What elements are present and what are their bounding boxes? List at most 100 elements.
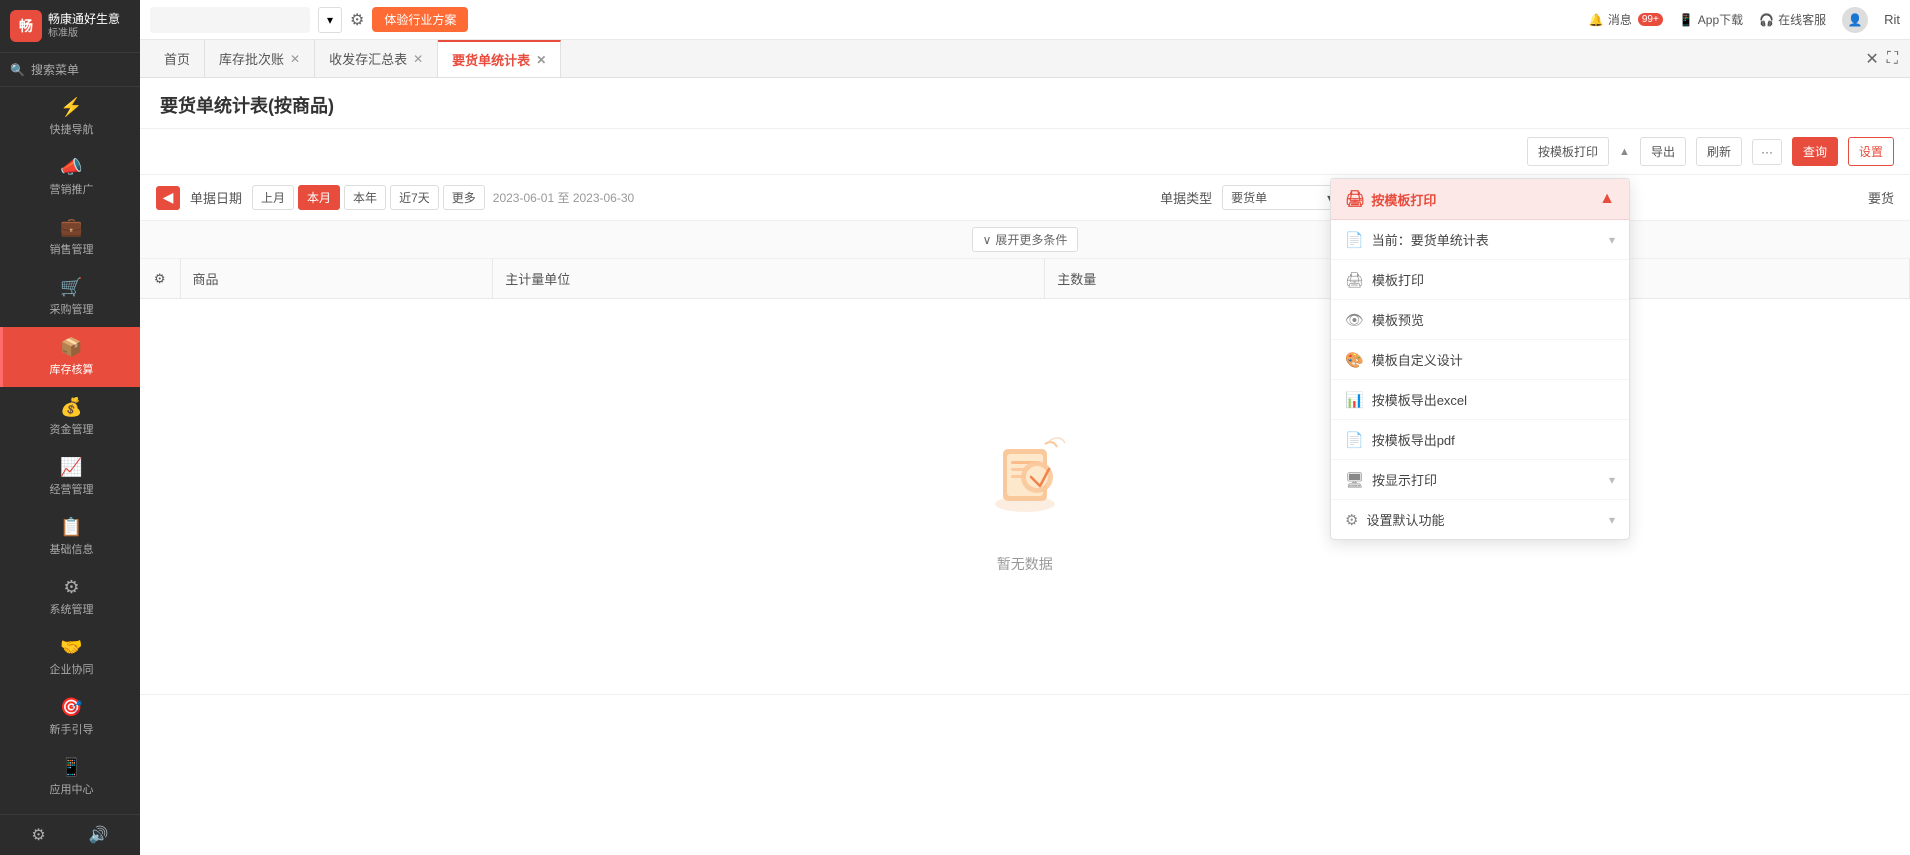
- online-service-btn[interactable]: 🎧 在线客服: [1759, 11, 1826, 28]
- sidebar-item-finance[interactable]: 💰 资金管理: [0, 387, 140, 447]
- sidebar-item-shortcuts[interactable]: ⚡ 快捷导航: [0, 87, 140, 147]
- message-badge: 99+: [1638, 13, 1663, 26]
- type-select-value: 要货单: [1231, 189, 1267, 206]
- tab-order-stats-label: 要货单统计表: [452, 50, 530, 69]
- template-preview-label: 模板预览: [1372, 310, 1424, 329]
- system-label: 系统管理: [50, 601, 94, 617]
- template-design-item[interactable]: 🎨 模板自定义设计: [1331, 340, 1629, 380]
- tab-home[interactable]: 首页: [150, 40, 205, 77]
- template-print-icon: 🖨: [1345, 271, 1364, 289]
- tab-inventory-batch[interactable]: 库存批次账 ✕: [205, 40, 315, 77]
- close-window-btn[interactable]: ✕: [1865, 49, 1878, 69]
- filter-expand-button[interactable]: ◀: [156, 186, 180, 210]
- finance-icon: 💰: [60, 397, 82, 418]
- message-label: 消息: [1608, 11, 1632, 28]
- sidebar-search[interactable]: 🔍 搜索菜单: [0, 53, 140, 87]
- print-template-button[interactable]: 按模板打印: [1527, 137, 1609, 166]
- type-select[interactable]: 要货单 ▾: [1222, 185, 1342, 210]
- logo-icon: 畅: [10, 10, 42, 42]
- topbar-search-input[interactable]: [150, 7, 310, 33]
- current-template-item[interactable]: 📄 当前：要货单统计表 ▾: [1331, 220, 1629, 260]
- sidebar-item-sales[interactable]: 💼 销售管理: [0, 207, 140, 267]
- tab-inventory-batch-close[interactable]: ✕: [290, 52, 300, 66]
- template-print-item[interactable]: 🖨 模板打印: [1331, 260, 1629, 300]
- display-print-icon: 🖥: [1345, 471, 1364, 489]
- tabbar: 首页 库存批次账 ✕ 收发存汇总表 ✕ 要货单统计表 ✕ ✕ ⛶: [140, 40, 1910, 78]
- display-print-label: 按显示打印: [1372, 470, 1437, 489]
- sidebar-item-purchase[interactable]: 🛒 采购管理: [0, 267, 140, 327]
- template-export-excel-label: 按模板导出excel: [1372, 390, 1467, 409]
- purchase-label: 采购管理: [50, 301, 94, 317]
- sidebar-item-basics[interactable]: 📋 基础信息: [0, 507, 140, 567]
- dropdown-chevron: ▾: [327, 13, 333, 27]
- date-btn-more[interactable]: 更多: [443, 185, 485, 210]
- sidebar-item-guide[interactable]: 🎯 新手引导: [0, 687, 140, 747]
- more-button[interactable]: ···: [1752, 139, 1782, 165]
- search-icon: 🔍: [10, 63, 25, 77]
- sidebar-item-system[interactable]: ⚙ 系统管理: [0, 567, 140, 627]
- sidebar-item-inventory[interactable]: 📦 库存核算: [0, 327, 140, 387]
- sidebar-item-operations[interactable]: 📈 经营管理: [0, 447, 140, 507]
- set-default-arrow: ▾: [1609, 513, 1615, 527]
- expand-more-button[interactable]: ∨ 展开更多条件: [972, 227, 1079, 252]
- pdf-icon: 📄: [1345, 431, 1364, 449]
- sidebar-item-marketing[interactable]: 📣 营销推广: [0, 147, 140, 207]
- col-unit: 主计量单位: [493, 259, 1045, 299]
- page-title: 要货单统计表(按商品): [160, 96, 334, 116]
- tab-inventory-batch-label: 库存批次账: [219, 49, 284, 68]
- col-settings[interactable]: ⚙: [140, 259, 180, 299]
- topbar-right: 🔔 消息 99+ 📱 App下载 🎧 在线客服 👤 Rit: [1589, 7, 1900, 33]
- messages-btn[interactable]: 🔔 消息 99+: [1589, 11, 1663, 28]
- date-btn-this-month[interactable]: 本月: [298, 185, 340, 210]
- date-btn-last-month[interactable]: 上月: [252, 185, 294, 210]
- purchase-icon: 🛒: [60, 277, 82, 298]
- display-print-arrow: ▾: [1609, 473, 1615, 487]
- shortcuts-icon: ⚡: [60, 97, 82, 118]
- sidebar-item-collab[interactable]: 🤝 企业协同: [0, 627, 140, 687]
- user-avatar[interactable]: 👤: [1842, 7, 1868, 33]
- maximize-window-btn[interactable]: ⛶: [1887, 50, 1898, 68]
- tab-summary-close[interactable]: ✕: [413, 52, 423, 66]
- display-print-item[interactable]: 🖥 按显示打印 ▾: [1331, 460, 1629, 500]
- topbar-gear-icon[interactable]: ⚙: [350, 10, 364, 30]
- print-dropdown-close-btn[interactable]: ▲: [1599, 190, 1615, 208]
- sidebar-item-appcenter[interactable]: 📱 应用中心: [0, 747, 140, 807]
- template-export-pdf-item[interactable]: 📄 按模板导出pdf: [1331, 420, 1629, 460]
- page-header: 要货单统计表(按商品): [140, 78, 1910, 129]
- sound-icon[interactable]: 🔊: [89, 825, 109, 845]
- action-bar: 按模板打印 ▲ 导出 刷新 ··· 查询 设置: [140, 129, 1910, 175]
- basics-label: 基础信息: [50, 541, 94, 557]
- template-preview-item[interactable]: 👁 模板预览: [1331, 300, 1629, 340]
- template-export-excel-item[interactable]: 📊 按模板导出excel: [1331, 380, 1629, 420]
- tab-summary[interactable]: 收发存汇总表 ✕: [315, 40, 438, 77]
- online-service-label: 在线客服: [1778, 11, 1826, 28]
- app-edition: 标准版: [48, 27, 120, 40]
- app-download-btn[interactable]: 📱 App下载: [1679, 11, 1743, 28]
- refresh-button[interactable]: 刷新: [1696, 137, 1742, 166]
- settings-icon[interactable]: ⚙: [31, 825, 45, 845]
- export-button[interactable]: 导出: [1640, 137, 1686, 166]
- tab-order-stats[interactable]: 要货单统计表 ✕: [438, 40, 561, 77]
- operations-label: 经营管理: [50, 481, 94, 497]
- trial-button[interactable]: 体验行业方案: [372, 7, 468, 32]
- date-btn-this-year[interactable]: 本年: [344, 185, 386, 210]
- set-default-item[interactable]: ⚙ 设置默认功能 ▾: [1331, 500, 1629, 539]
- topbar-dropdown-btn[interactable]: ▾: [318, 7, 342, 33]
- tab-order-stats-close[interactable]: ✕: [536, 53, 546, 67]
- col-product: 商品: [180, 259, 493, 299]
- main-area: ▾ ⚙ 体验行业方案 🔔 消息 99+ 📱 App下载 🎧 在线客服 👤 Rit: [140, 0, 1910, 855]
- data-table: ⚙ 商品 主计量单位 主数量 零售金额: [140, 259, 1910, 695]
- sidebar-item-wechat[interactable]: 💬 企业微信: [0, 807, 140, 814]
- marketing-icon: 📣: [60, 157, 82, 178]
- print-dropdown-title-text: 按模板打印: [1371, 190, 1436, 209]
- appcenter-label: 应用中心: [50, 781, 94, 797]
- date-btn-7days[interactable]: 近7天: [390, 185, 439, 210]
- settings-button[interactable]: 设置: [1848, 137, 1894, 166]
- date-filter-group: 上月 本月 本年 近7天 更多 2023-06-01 至 2023-06-30: [252, 185, 634, 210]
- template-doc-icon: 📄: [1345, 231, 1364, 249]
- query-button[interactable]: 查询: [1792, 137, 1838, 166]
- search-label: 搜索菜单: [31, 61, 79, 78]
- system-icon: ⚙: [63, 577, 79, 598]
- empty-icon: [975, 419, 1075, 538]
- inventory-label: 库存核算: [50, 361, 94, 377]
